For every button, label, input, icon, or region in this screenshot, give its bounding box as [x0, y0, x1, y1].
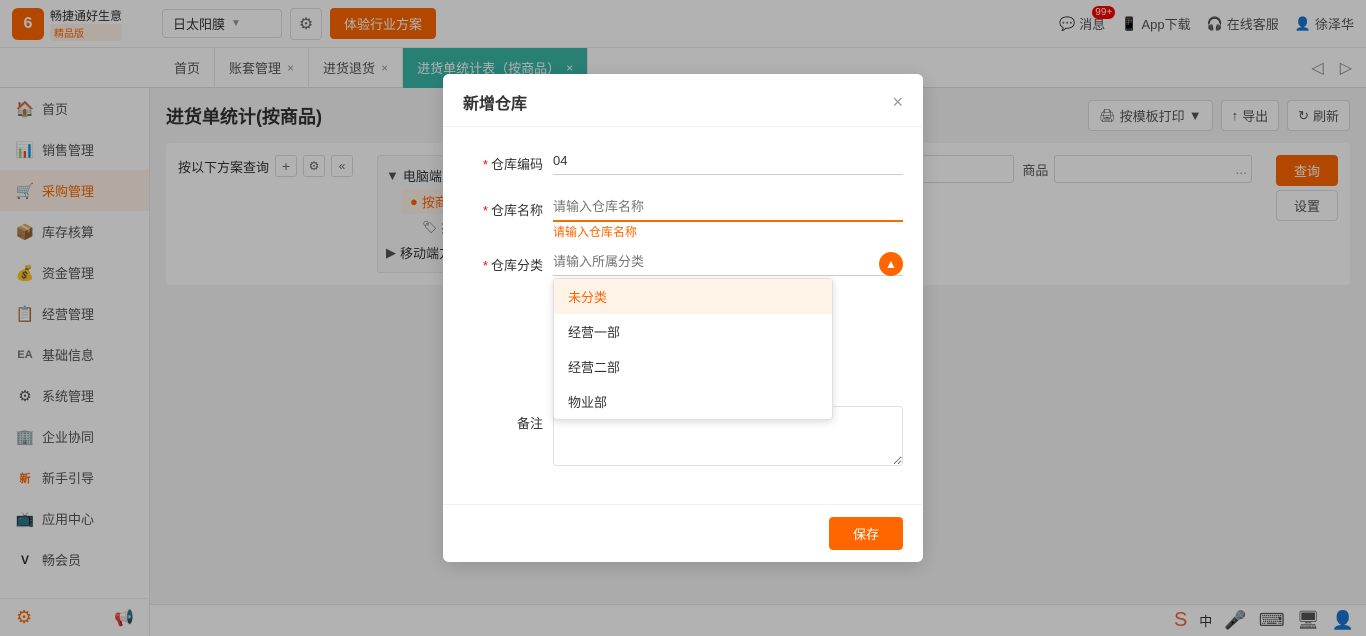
form-row-name: *仓库名称 请输入仓库名称: [463, 193, 903, 222]
name-error-msg: 请输入仓库名称: [553, 223, 637, 240]
dialog-footer: 保存: [443, 504, 923, 562]
name-label: *仓库名称: [463, 193, 543, 219]
dialog-header: 新增仓库 ×: [443, 74, 923, 127]
category-label: *仓库分类: [463, 248, 543, 274]
note-label: 备注: [463, 406, 543, 432]
code-input[interactable]: [553, 147, 903, 175]
form-row-category: *仓库分类 ▲ 未分类 经营一部 经营二部 物业部: [463, 248, 903, 276]
dropdown-item-3[interactable]: 物业部: [554, 384, 832, 419]
new-warehouse-dialog: 新增仓库 × *仓库编码 *仓库名称 请输入仓库名称: [443, 74, 923, 562]
name-field-wrap: 请输入仓库名称: [553, 193, 903, 222]
code-label: *仓库编码: [463, 147, 543, 173]
category-select-wrap: ▲ 未分类 经营一部 经营二部 物业部: [553, 248, 903, 276]
dialog-close-button[interactable]: ×: [892, 92, 903, 113]
dialog-overlay: 新增仓库 × *仓库编码 *仓库名称 请输入仓库名称: [0, 0, 1366, 636]
dialog-body: *仓库编码 *仓库名称 请输入仓库名称 *仓库分类: [443, 127, 923, 504]
dropdown-item-1[interactable]: 经营一部: [554, 314, 832, 349]
name-input[interactable]: [553, 193, 903, 222]
dropdown-item-0[interactable]: 未分类: [554, 279, 832, 314]
category-toggle-btn[interactable]: ▲: [879, 252, 903, 276]
form-row-code: *仓库编码: [463, 147, 903, 175]
save-button[interactable]: 保存: [829, 517, 903, 550]
dialog-title: 新增仓库: [463, 90, 527, 114]
category-dropdown: 未分类 经营一部 经营二部 物业部: [553, 278, 833, 420]
dropdown-item-2[interactable]: 经营二部: [554, 349, 832, 384]
category-input[interactable]: [553, 248, 903, 276]
